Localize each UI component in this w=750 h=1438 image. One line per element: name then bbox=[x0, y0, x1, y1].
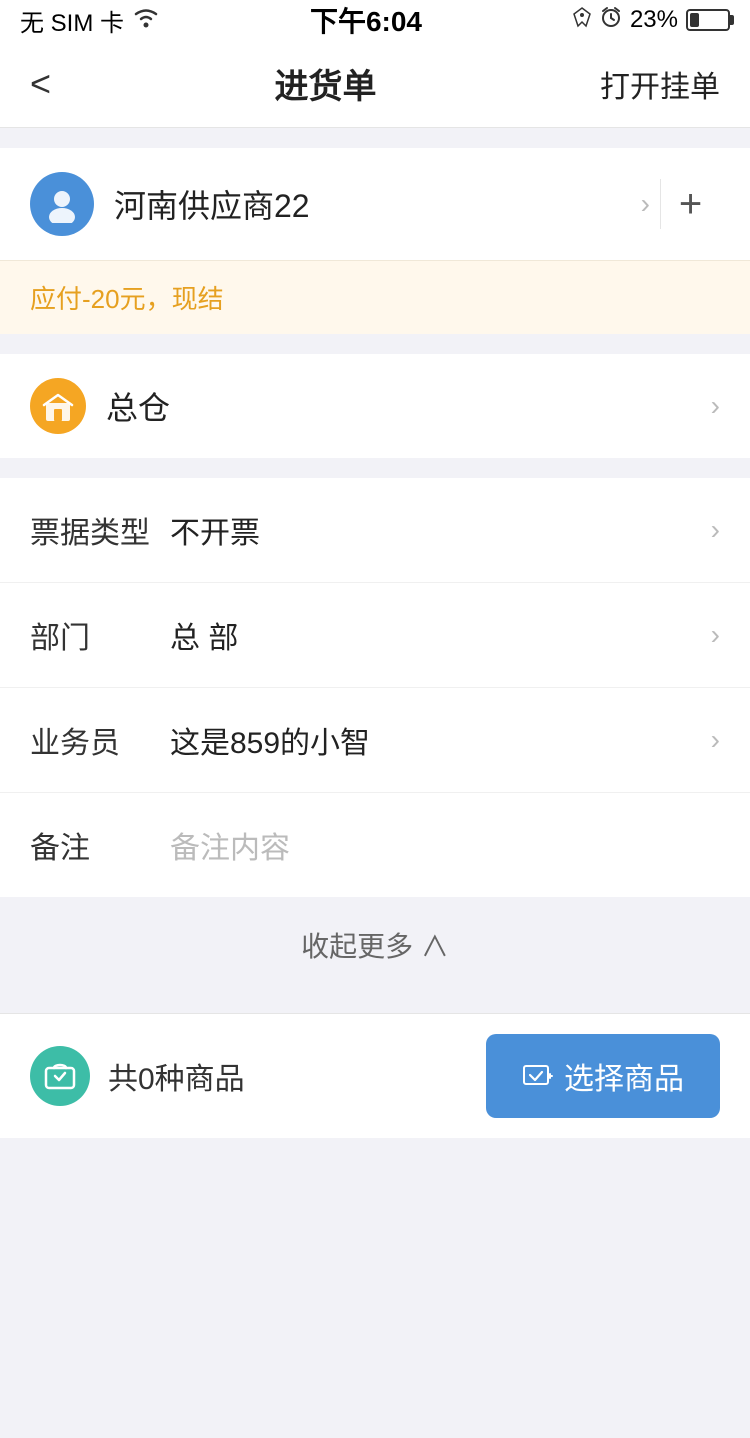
salesperson-row[interactable]: 业务员 这是859的小智 › bbox=[0, 688, 750, 793]
supplier-row[interactable]: 河南供应商22 › + bbox=[0, 148, 750, 260]
product-bar: 共0种商品 选择商品 bbox=[0, 1013, 750, 1138]
back-button[interactable]: < bbox=[30, 63, 51, 105]
battery-icon bbox=[686, 9, 730, 31]
warehouse-icon bbox=[30, 378, 86, 434]
supplier-avatar bbox=[30, 172, 94, 236]
add-supplier-button[interactable]: + bbox=[660, 179, 720, 229]
carrier-label: 无 SIM 卡 bbox=[20, 3, 124, 38]
notice-text: 应付-20元，现结 bbox=[30, 284, 224, 314]
invoice-type-value: 不开票 bbox=[170, 508, 711, 552]
battery-label: 23% bbox=[630, 6, 678, 34]
nav-bar: < 进货单 打开挂单 bbox=[0, 40, 750, 128]
supplier-name: 河南供应商22 bbox=[114, 181, 641, 227]
department-chevron-icon: › bbox=[711, 619, 720, 651]
department-row[interactable]: 部门 总 部 › bbox=[0, 583, 750, 688]
status-bar: 无 SIM 卡 下午6:04 bbox=[0, 0, 750, 40]
select-product-button[interactable]: 选择商品 bbox=[486, 1034, 720, 1118]
bottom-fill bbox=[0, 1138, 750, 1438]
warehouse-name: 总仓 bbox=[106, 383, 711, 429]
salesperson-value: 这是859的小智 bbox=[170, 718, 711, 762]
form-section: 票据类型 不开票 › 部门 总 部 › 业务员 这是859的小智 › 备注 备注… bbox=[0, 478, 750, 897]
section-gap-4 bbox=[0, 993, 750, 1013]
collapse-label[interactable]: 收起更多 ∧ bbox=[301, 925, 449, 965]
salesperson-label: 业务员 bbox=[30, 718, 170, 762]
department-label: 部门 bbox=[30, 613, 170, 657]
select-product-label: 选择商品 bbox=[564, 1054, 684, 1098]
collapse-row[interactable]: 收起更多 ∧ bbox=[0, 897, 750, 993]
supplier-section: 河南供应商22 › + 应付-20元，现结 bbox=[0, 148, 750, 334]
wifi-icon bbox=[132, 6, 160, 35]
product-icon bbox=[30, 1046, 90, 1106]
salesperson-chevron-icon: › bbox=[711, 724, 720, 756]
note-row[interactable]: 备注 备注内容 bbox=[0, 793, 750, 897]
invoice-chevron-icon: › bbox=[711, 514, 720, 546]
note-label: 备注 bbox=[30, 823, 170, 867]
product-count-label: 共0种商品 bbox=[108, 1054, 486, 1098]
warehouse-section[interactable]: 总仓 › bbox=[0, 354, 750, 458]
warehouse-row[interactable]: 总仓 › bbox=[0, 354, 750, 458]
invoice-type-row[interactable]: 票据类型 不开票 › bbox=[0, 478, 750, 583]
warehouse-chevron-icon: › bbox=[711, 390, 720, 422]
status-time: 下午6:04 bbox=[310, 0, 422, 40]
section-gap-1 bbox=[0, 128, 750, 148]
open-pending-button[interactable]: 打开挂单 bbox=[600, 62, 720, 106]
location-icon bbox=[572, 6, 592, 35]
department-value: 总 部 bbox=[170, 613, 711, 657]
invoice-type-label: 票据类型 bbox=[30, 508, 170, 552]
status-left: 无 SIM 卡 bbox=[20, 3, 160, 38]
page-title: 进货单 bbox=[275, 59, 377, 108]
section-gap-2 bbox=[0, 334, 750, 354]
status-right: 23% bbox=[572, 6, 730, 35]
notice-banner: 应付-20元，现结 bbox=[0, 260, 750, 334]
section-gap-3 bbox=[0, 458, 750, 478]
note-input[interactable]: 备注内容 bbox=[170, 823, 720, 867]
alarm-icon bbox=[600, 6, 622, 35]
supplier-chevron-icon: › bbox=[641, 188, 650, 220]
